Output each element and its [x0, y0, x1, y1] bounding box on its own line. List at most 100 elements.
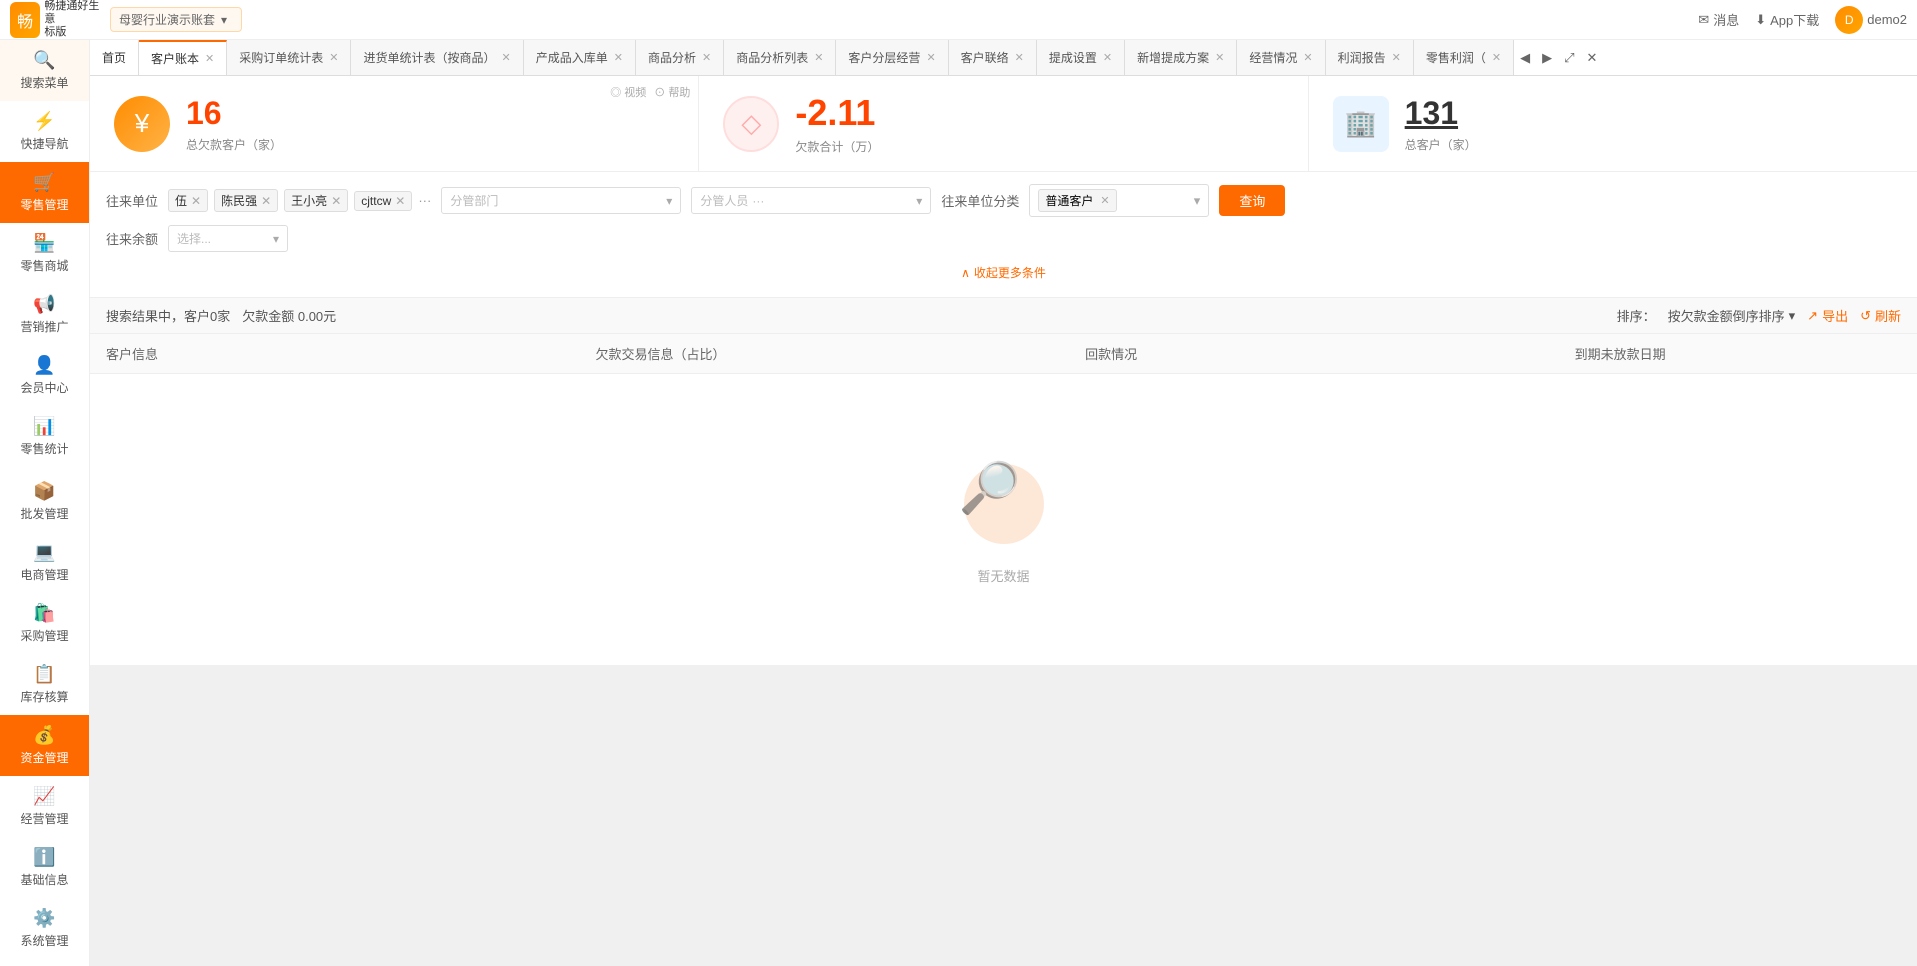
col-header-customer: 客户信息 — [106, 344, 596, 363]
empty-icon: 🔎 — [954, 454, 1054, 554]
tab-close-all[interactable]: ✕ — [1580, 40, 1603, 76]
tab-close-icon[interactable]: ✕ — [1215, 51, 1224, 64]
search-icon: 🔍 — [33, 50, 55, 71]
tab-customer-contact[interactable]: 客户联络 ✕ — [949, 40, 1037, 76]
filter-unit-tags: 伍 ✕ 陈民强 ✕ 王小亮 ✕ — [168, 189, 431, 212]
tab-close-icon[interactable]: ✕ — [329, 51, 338, 64]
tab-new-promotion-scheme[interactable]: 新增提成方案 ✕ — [1125, 40, 1237, 76]
tab-profit-report[interactable]: 利润报告 ✕ — [1326, 40, 1414, 76]
tab-close-icon[interactable]: ✕ — [1015, 51, 1024, 64]
filter-unit-label: 往来单位 — [106, 191, 158, 210]
tab-close-icon[interactable]: ✕ — [1103, 51, 1112, 64]
stat-label-debt: 欠款合计（万） — [795, 138, 879, 155]
category-select-arrow: ▾ — [1194, 193, 1201, 209]
unit-category-select[interactable]: 普通客户 ✕ ▾ — [1029, 184, 1209, 217]
operations-icon: 📈 — [33, 786, 55, 807]
collapse-button[interactable]: ∧ 收起更多条件 — [106, 264, 1901, 281]
tab-operations[interactable]: 经营情况 ✕ — [1237, 40, 1325, 76]
sidebar-item-enterprise-coop[interactable]: 🤝 企业协同 — [0, 959, 89, 966]
result-bar: 搜索结果中，客户0家 欠款金额 0.00元 排序： 按欠款金额倒序排序 ▾ ↗ … — [90, 298, 1917, 334]
sidebar-item-finance[interactable]: 💰 资金管理 — [0, 715, 89, 776]
filter-tag-wu: 伍 ✕ — [168, 189, 208, 212]
export-button[interactable]: ↗ 导出 — [1807, 306, 1848, 325]
tab-close-icon[interactable]: ✕ — [1303, 51, 1312, 64]
tab-customer-segment[interactable]: 客户分层经营 ✕ — [836, 40, 948, 76]
sidebar-item-purchase[interactable]: 🛍️ 采购管理 — [0, 593, 89, 654]
stat-help-area: ◎ 视频 ⊙ 帮助 — [610, 84, 690, 100]
stat-info-customers: 16 总欠款客户（家） — [186, 95, 282, 153]
inventory-icon: 📋 — [33, 664, 55, 685]
sidebar-item-search-menu[interactable]: 🔍 搜索菜单 — [0, 40, 89, 101]
balance-label: 往来余额 — [106, 229, 158, 248]
sidebar-item-operations[interactable]: 📈 经营管理 — [0, 776, 89, 837]
messages-button[interactable]: ✉ 消息 — [1698, 10, 1739, 29]
sidebar-item-quick-nav[interactable]: ⚡ 快捷导航 — [0, 101, 89, 162]
sidebar-item-ecommerce[interactable]: 💻 电商管理 — [0, 532, 89, 593]
tag-remove-chen[interactable]: ✕ — [261, 194, 271, 208]
sidebar-item-wholesale-mgmt[interactable]: 📦 批发管理 — [0, 471, 89, 532]
sort-arrow-icon: ▾ — [1789, 308, 1796, 324]
sidebar-item-retail-mall[interactable]: 🏪 零售商城 — [0, 223, 89, 284]
filter-tag-chen: 陈民强 ✕ — [214, 189, 278, 212]
query-button[interactable]: 查询 — [1219, 185, 1285, 216]
tag-remove-wu[interactable]: ✕ — [191, 194, 201, 208]
sidebar-item-basic-info[interactable]: ℹ️ 基础信息 — [0, 837, 89, 898]
tag-remove-cjttcw[interactable]: ✕ — [395, 194, 405, 208]
tag-remove-wang[interactable]: ✕ — [331, 194, 341, 208]
tab-close-icon[interactable]: ✕ — [614, 51, 623, 64]
sidebar-item-marketing[interactable]: 📢 营销推广 — [0, 284, 89, 345]
filter-row-1: 往来单位 伍 ✕ 陈民强 ✕ 王小亮 — [106, 184, 1901, 217]
tab-close-icon[interactable]: ✕ — [814, 51, 823, 64]
dept-select[interactable]: 分管部门 ▾ — [441, 187, 681, 214]
category-tag-remove[interactable]: ✕ — [1100, 194, 1109, 207]
help-btn[interactable]: ⊙ 帮助 — [654, 84, 690, 100]
video-help-btn[interactable]: ◎ 视频 — [610, 84, 646, 100]
tab-production-inbound[interactable]: 产成品入库单 ✕ — [524, 40, 636, 76]
balance-select[interactable]: 选择... ▾ — [168, 225, 288, 252]
sidebar-item-retail-mgmt[interactable]: 🛒 零售管理 — [0, 162, 89, 223]
tab-close-icon[interactable]: ✕ — [205, 52, 214, 65]
user-profile[interactable]: D demo2 — [1835, 6, 1907, 34]
tab-nav-next[interactable]: ▶ — [1536, 40, 1558, 76]
col-header-repay: 回款情况 — [1085, 344, 1575, 363]
tab-close-icon[interactable]: ✕ — [1392, 51, 1401, 64]
person-select[interactable]: 分管人员 ··· ▾ — [691, 187, 931, 214]
tab-product-analysis[interactable]: 商品分析 ✕ — [636, 40, 724, 76]
main-content: ¥ 16 总欠款客户（家） ◎ 视频 ⊙ 帮助 ◇ -2.11 — [90, 76, 1917, 966]
sidebar-item-system[interactable]: ⚙️ 系统管理 — [0, 898, 89, 959]
sidebar-item-retail-stats[interactable]: 📊 零售统计 — [0, 406, 89, 467]
tab-promotion-settings[interactable]: 提成设置 ✕ — [1037, 40, 1125, 76]
tab-retail-profit[interactable]: 零售利润（ ✕ — [1414, 40, 1514, 76]
basic-info-icon: ℹ️ — [33, 847, 55, 868]
stat-info-total-customers: 131 总客户（家） — [1405, 95, 1477, 153]
tab-nav-prev[interactable]: ◀ — [1514, 40, 1536, 76]
refresh-button[interactable]: ↺ 刷新 — [1860, 306, 1901, 325]
stat-icon-yen: ¥ — [114, 96, 170, 152]
tab-home[interactable]: 首页 — [90, 40, 139, 76]
tab-bar: 首页 客户账本 ✕ 采购订单统计表 ✕ 进货单统计表（按商品） ✕ 产成品入库单… — [90, 40, 1917, 76]
stat-icon-building: 🏢 — [1333, 96, 1389, 152]
download-icon: ⬇ — [1755, 12, 1766, 28]
tab-close-icon[interactable]: ✕ — [502, 51, 511, 64]
member-center-icon: 👤 — [33, 355, 55, 376]
tab-purchase-order-stats[interactable]: 采购订单统计表 ✕ — [227, 40, 351, 76]
tab-close-icon[interactable]: ✕ — [702, 51, 711, 64]
tab-customer-ledger[interactable]: 客户账本 ✕ — [139, 40, 227, 76]
tab-close-icon[interactable]: ✕ — [926, 51, 935, 64]
sidebar-item-member-center[interactable]: 👤 会员中心 — [0, 345, 89, 406]
sort-select[interactable]: 按欠款金额倒序排序 ▾ — [1668, 306, 1796, 325]
category-tag-normal: 普通客户 ✕ — [1038, 189, 1116, 212]
tab-inbound-stats[interactable]: 进货单统计表（按商品） ✕ — [351, 40, 523, 76]
tab-maximize[interactable]: ⤢ — [1558, 40, 1580, 76]
message-icon: ✉ — [1698, 12, 1709, 28]
tab-product-analysis-list[interactable]: 商品分析列表 ✕ — [724, 40, 836, 76]
filter-tag-wang: 王小亮 ✕ — [284, 189, 348, 212]
stats-row: ¥ 16 总欠款客户（家） ◎ 视频 ⊙ 帮助 ◇ -2.11 — [90, 76, 1917, 172]
workspace-selector[interactable]: 母婴行业演示账套 ▾ — [110, 7, 242, 32]
app-download-button[interactable]: ⬇ App下载 — [1755, 10, 1819, 29]
refresh-icon: ↺ — [1860, 308, 1871, 324]
sidebar-item-inventory[interactable]: 📋 库存核算 — [0, 654, 89, 715]
stat-icon-debt: ◇ — [723, 96, 779, 152]
tab-close-icon[interactable]: ✕ — [1492, 51, 1501, 64]
filter-more-btn[interactable]: ··· — [418, 193, 431, 208]
